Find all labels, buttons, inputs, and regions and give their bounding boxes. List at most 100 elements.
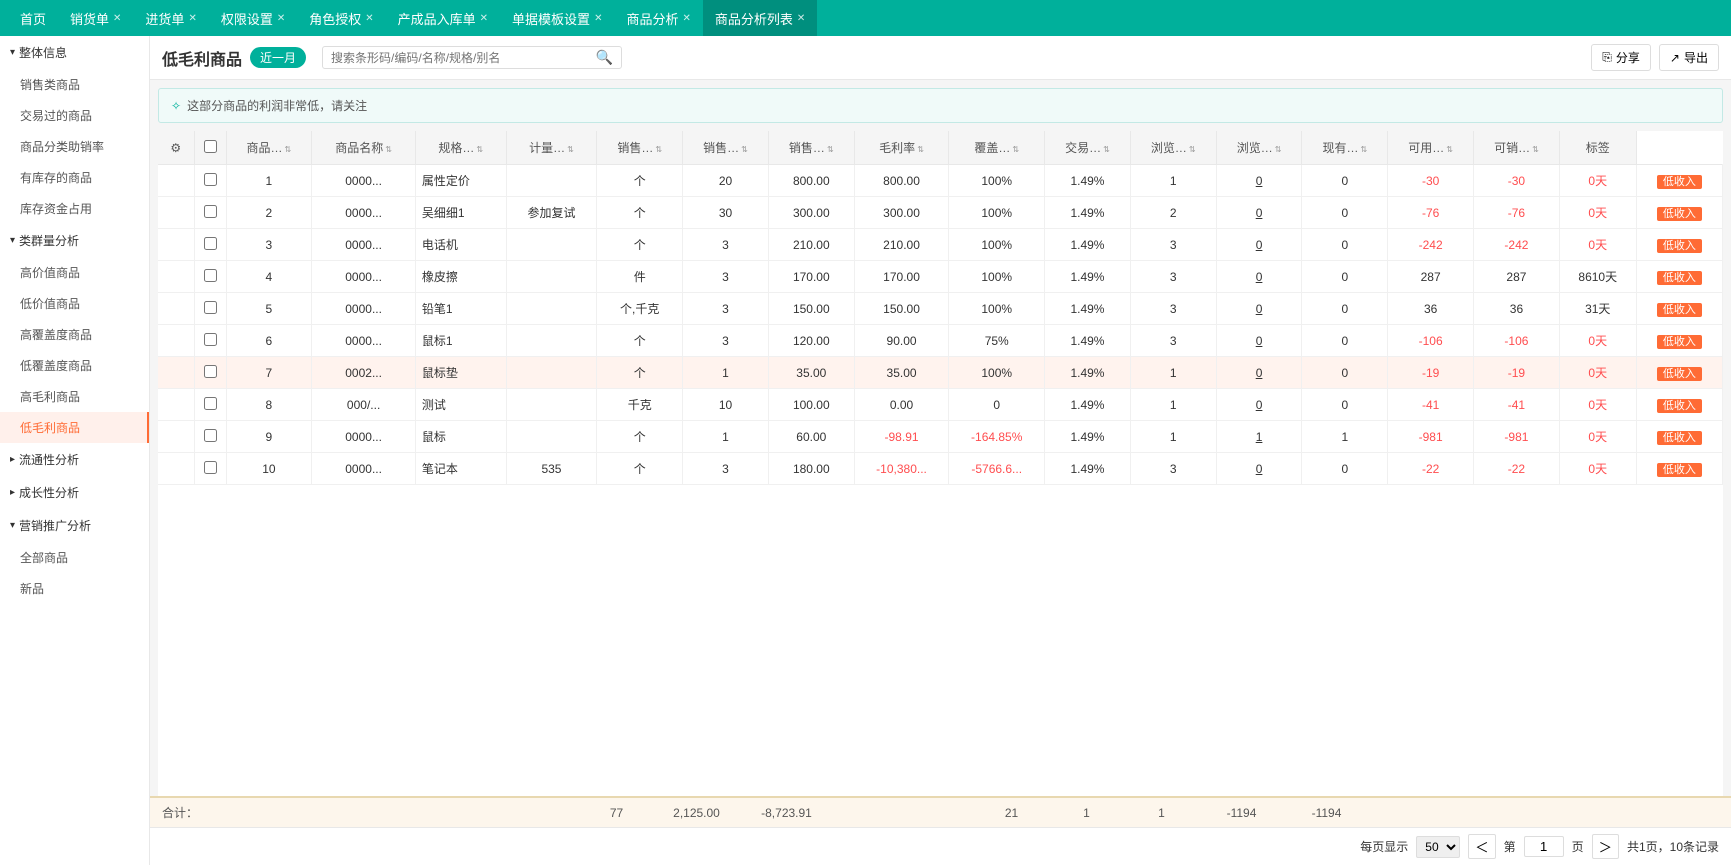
close-sales-icon[interactable]: ✕: [113, 13, 121, 24]
close-analysis-icon[interactable]: ✕: [682, 13, 690, 24]
row-browse1-3[interactable]: 0: [1216, 261, 1302, 293]
row-check-8[interactable]: [194, 421, 226, 453]
col-sale1-header[interactable]: 销售…⇅: [597, 131, 683, 165]
row-check-6[interactable]: [194, 357, 226, 389]
col-browse1-header[interactable]: 浏览…⇅: [1130, 131, 1216, 165]
row-settings-0: [158, 165, 194, 197]
sidebar-group-marketing-title[interactable]: ▾ 营销推广分析: [0, 509, 149, 542]
nav-home[interactable]: 首页: [8, 0, 58, 36]
sidebar-item-high-cover[interactable]: 高覆盖度商品: [0, 319, 149, 350]
row-check-2[interactable]: [194, 229, 226, 261]
data-table-wrapper[interactable]: ⚙ 商品…⇅ 商品名称⇅ 规格…⇅ 计量…⇅ 销售…⇅ 销售…⇅ 销售…⇅ 毛利…: [158, 131, 1723, 796]
col-browse2-header[interactable]: 浏览…⇅: [1216, 131, 1302, 165]
col-unit-header[interactable]: 计量…⇅: [506, 131, 597, 165]
row-sale2-6: 35.00: [768, 357, 854, 389]
col-stock1-header[interactable]: 现有…⇅: [1302, 131, 1388, 165]
row-check-0[interactable]: [194, 165, 226, 197]
search-input[interactable]: [331, 51, 596, 65]
sidebar-group-growth-title[interactable]: ▸ 成长性分析: [0, 476, 149, 509]
row-browse1-9[interactable]: 0: [1216, 453, 1302, 485]
sidebar-group-cluster-title[interactable]: ▾ 类群量分析: [0, 224, 149, 257]
sidebar-item-low-margin[interactable]: 低毛利商品: [0, 412, 149, 443]
nav-product-entry[interactable]: 产成品入库单✕: [386, 0, 500, 36]
nav-product-analysis[interactable]: 商品分析✕: [614, 0, 702, 36]
close-template-icon[interactable]: ✕: [594, 13, 602, 24]
search-icon[interactable]: 🔍: [596, 49, 613, 66]
sidebar-item-all-goods[interactable]: 全部商品: [0, 542, 149, 573]
sidebar-item-traded-goods[interactable]: 交易过的商品: [0, 100, 149, 131]
nav-sales[interactable]: 销货单✕: [58, 0, 133, 36]
col-stock2-header[interactable]: 可用…⇅: [1388, 131, 1474, 165]
row-sale1-3: 3: [683, 261, 769, 293]
row-check-9[interactable]: [194, 453, 226, 485]
share-button[interactable]: ⎘ 分享: [1591, 44, 1651, 71]
col-name-header[interactable]: 商品名称⇅: [312, 131, 416, 165]
row-stock3-4: 31天: [1559, 293, 1636, 325]
row-checkbox-5[interactable]: [204, 333, 217, 346]
col-spec-header[interactable]: 规格…⇅: [415, 131, 506, 165]
row-browse1-8[interactable]: 1: [1216, 421, 1302, 453]
row-browse1-4[interactable]: 0: [1216, 293, 1302, 325]
sidebar-item-high-value[interactable]: 高价值商品: [0, 257, 149, 288]
prev-page-btn[interactable]: ＜: [1468, 834, 1495, 859]
row-browse1-5[interactable]: 0: [1216, 325, 1302, 357]
nav-purchase[interactable]: 进货单✕: [133, 0, 208, 36]
col-tag-header[interactable]: 标签: [1559, 131, 1636, 165]
close-analysis-list-icon[interactable]: ✕: [797, 13, 805, 24]
col-settings[interactable]: ⚙: [158, 131, 194, 165]
col-sale2-header[interactable]: 销售…⇅: [683, 131, 769, 165]
row-checkbox-9[interactable]: [204, 461, 217, 474]
row-browse1-0[interactable]: 0: [1216, 165, 1302, 197]
row-checkbox-0[interactable]: [204, 173, 217, 186]
sidebar-group-circulation-title[interactable]: ▸ 流通性分析: [0, 443, 149, 476]
sidebar-item-stock-goods[interactable]: 有库存的商品: [0, 162, 149, 193]
row-checkbox-3[interactable]: [204, 269, 217, 282]
row-check-3[interactable]: [194, 261, 226, 293]
nav-template-settings[interactable]: 单据模板设置✕: [500, 0, 614, 36]
sidebar-item-category-rate[interactable]: 商品分类助销率: [0, 131, 149, 162]
row-browse1-2[interactable]: 0: [1216, 229, 1302, 261]
col-stock3-header[interactable]: 可销…⇅: [1474, 131, 1560, 165]
close-permission-icon[interactable]: ✕: [277, 13, 285, 24]
row-check-1[interactable]: [194, 197, 226, 229]
sidebar-item-sales-goods[interactable]: 销售类商品: [0, 69, 149, 100]
row-checkbox-8[interactable]: [204, 429, 217, 442]
sidebar-item-stock-fund[interactable]: 库存资金占用: [0, 193, 149, 224]
nav-analysis-list[interactable]: 商品分析列表✕: [703, 0, 817, 36]
col-checkbox[interactable]: [194, 131, 226, 165]
col-sale3-header[interactable]: 销售…⇅: [768, 131, 854, 165]
close-purchase-icon[interactable]: ✕: [188, 13, 196, 24]
col-code-header[interactable]: 商品…⇅: [226, 131, 312, 165]
sidebar-item-high-margin[interactable]: 高毛利商品: [0, 381, 149, 412]
nav-role-auth[interactable]: 角色授权✕: [297, 0, 385, 36]
row-cover-6: 1.49%: [1045, 357, 1131, 389]
next-page-btn[interactable]: ＞: [1592, 834, 1619, 859]
row-checkbox-1[interactable]: [204, 205, 217, 218]
row-check-5[interactable]: [194, 325, 226, 357]
row-browse1-7[interactable]: 0: [1216, 389, 1302, 421]
row-check-7[interactable]: [194, 389, 226, 421]
col-cover-header[interactable]: 覆盖…⇅: [949, 131, 1045, 165]
row-check-4[interactable]: [194, 293, 226, 325]
sidebar-group-overall-title[interactable]: ▾ 整体信息: [0, 36, 149, 69]
col-trade-header[interactable]: 交易…⇅: [1045, 131, 1131, 165]
row-checkbox-2[interactable]: [204, 237, 217, 250]
close-product-icon[interactable]: ✕: [480, 13, 488, 24]
close-role-icon[interactable]: ✕: [365, 13, 373, 24]
row-browse1-6[interactable]: 0: [1216, 357, 1302, 389]
row-checkbox-7[interactable]: [204, 397, 217, 410]
select-all-checkbox[interactable]: [204, 140, 217, 153]
row-checkbox-4[interactable]: [204, 301, 217, 314]
row-sale1-5: 3: [683, 325, 769, 357]
export-button[interactable]: ↗ 导出: [1659, 44, 1719, 71]
time-filter-btn[interactable]: 近一月: [250, 47, 306, 68]
sidebar-item-new-goods[interactable]: 新品: [0, 573, 149, 604]
sidebar-item-low-cover[interactable]: 低覆盖度商品: [0, 350, 149, 381]
row-checkbox-6[interactable]: [204, 365, 217, 378]
page-size-select[interactable]: 50: [1416, 836, 1460, 858]
nav-permission[interactable]: 权限设置✕: [209, 0, 297, 36]
col-gross-header[interactable]: 毛利率⇅: [854, 131, 949, 165]
sidebar-item-low-value[interactable]: 低价值商品: [0, 288, 149, 319]
row-browse1-1[interactable]: 0: [1216, 197, 1302, 229]
page-input[interactable]: [1524, 836, 1564, 857]
